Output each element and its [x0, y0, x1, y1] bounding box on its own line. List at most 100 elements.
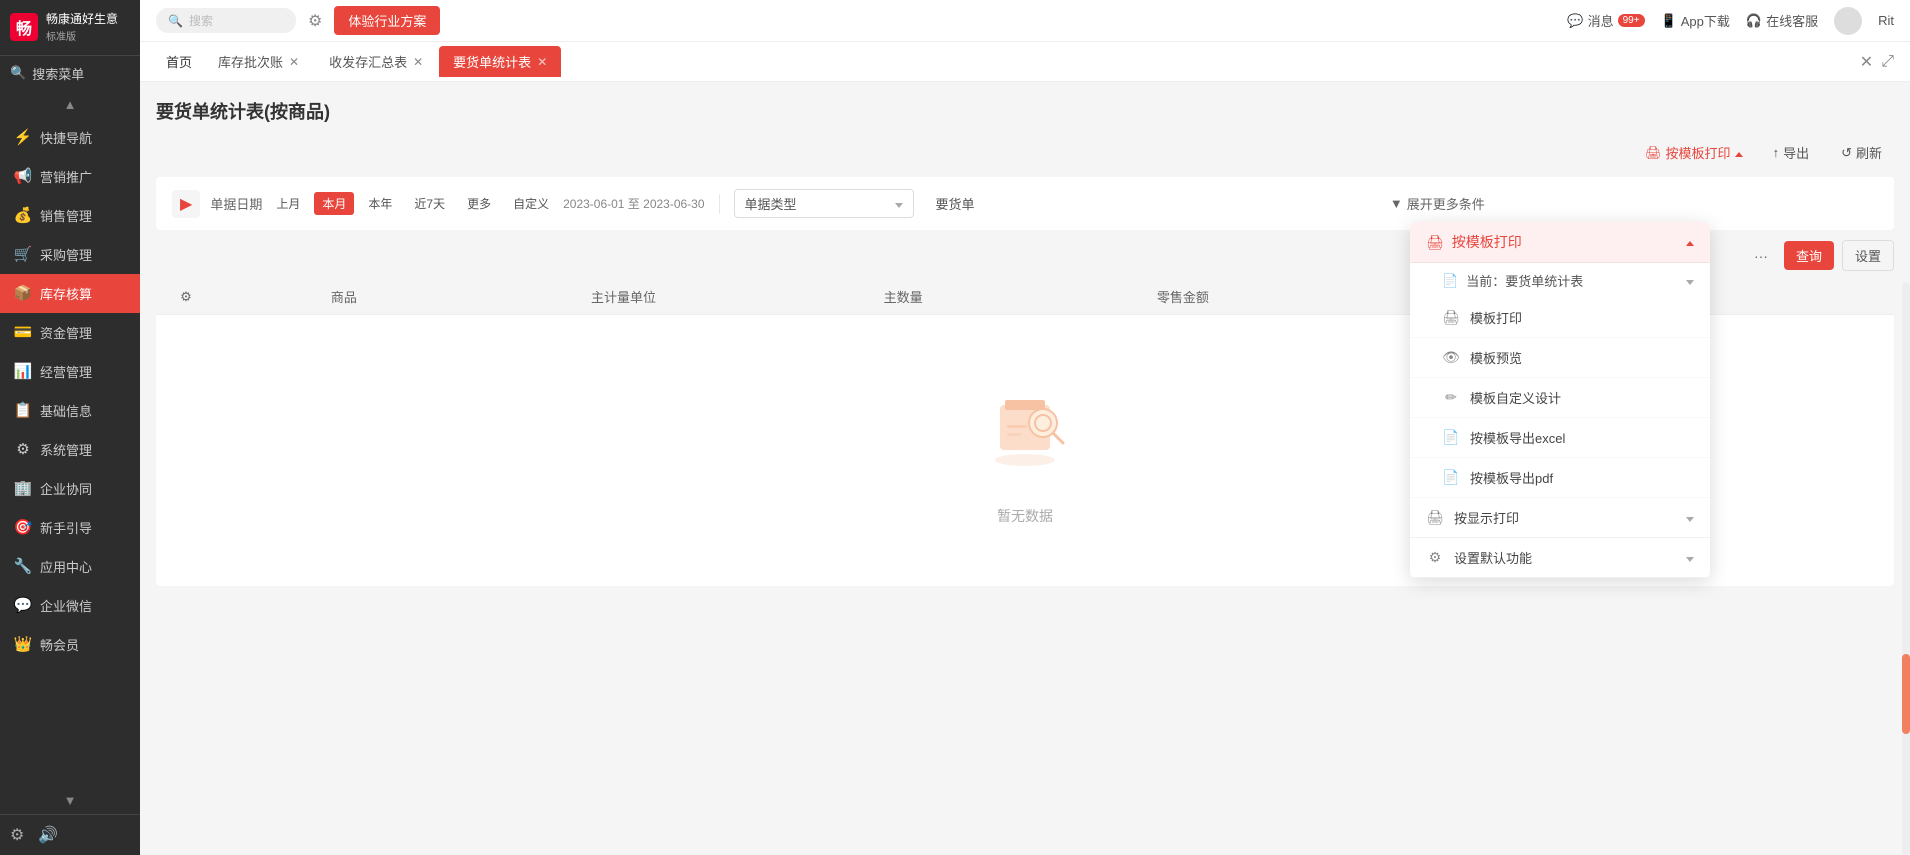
quick-nav-icon: ⚡ [14, 128, 32, 146]
sidebar-volume-icon[interactable]: 🔊 [38, 825, 58, 845]
sidebar-item-inventory[interactable]: 📦 库存核算 [0, 274, 140, 313]
date-btn-this-year[interactable]: 本年 [360, 192, 400, 215]
dropdown-item-template-custom[interactable]: ✏ 模板自定义设计 [1410, 378, 1710, 418]
table-col-retail-amount: 零售金额 [1043, 287, 1323, 306]
expand-filter-icon[interactable]: ▶ [172, 190, 200, 218]
page-title: 要货单统计表(按商品) [156, 98, 1894, 124]
online-service-button[interactable]: 🎧 在线客服 [1746, 11, 1818, 30]
tab-home[interactable]: 首页 [156, 46, 202, 77]
search-menu-label: 搜索菜单 [32, 64, 84, 83]
system-icon: ⚙ [14, 440, 32, 458]
marketing-icon: 📢 [14, 167, 32, 185]
date-range-display: 2023-06-01 至 2023-06-30 [563, 195, 704, 212]
export-button[interactable]: ↑ 导出 [1761, 138, 1822, 167]
export-excel-icon: 📄 [1442, 429, 1460, 446]
set-default-label: 设置默认功能 [1454, 548, 1532, 567]
sidebar-item-weixin[interactable]: 💬 企业微信 [0, 586, 140, 625]
tab-home-label: 首页 [166, 52, 192, 71]
quick-nav-label: 快捷导航 [40, 128, 92, 147]
empty-illustration [975, 375, 1075, 494]
dropdown-group-display-print[interactable]: 🖨 按显示打印 [1410, 498, 1710, 538]
tab-close-all-icon[interactable]: ✕ [1860, 52, 1873, 72]
dropdown-current-template[interactable]: 📄 当前：要货单统计表 [1410, 263, 1710, 298]
tab-inventory-batch-close[interactable]: ✕ [289, 55, 299, 69]
sidebar-item-basic-info[interactable]: 📋 基础信息 [0, 391, 140, 430]
sidebar-scroll-down[interactable]: ▼ [60, 789, 81, 812]
dropdown-header: 🖨 按模板打印 [1410, 222, 1710, 263]
sidebar-scroll-up[interactable]: ▲ [60, 93, 81, 116]
dropdown-title-text: 按模板打印 [1452, 232, 1522, 252]
filter-divider [719, 194, 720, 214]
app-download-icon: 📱 [1661, 13, 1677, 29]
expand-conditions-button[interactable]: ▼ 展开更多条件 [1380, 190, 1495, 217]
dropdown-item-export-excel[interactable]: 📄 按模板导出excel [1410, 418, 1710, 458]
dropdown-item-template-preview[interactable]: 👁 模板预览 [1410, 338, 1710, 378]
message-button[interactable]: 💬 消息 99+ [1567, 11, 1644, 30]
newbie-icon: 🎯 [14, 518, 32, 536]
date-filter-label: 单据日期 [210, 194, 262, 213]
date-btn-this-month[interactable]: 本月 [314, 192, 354, 215]
basic-info-label: 基础信息 [40, 401, 92, 420]
enterprise-label: 企业协同 [40, 479, 92, 498]
tab-order-stats[interactable]: 要货单统计表 ✕ [439, 46, 561, 77]
sidebar-item-enterprise[interactable]: 🏢 企业协同 [0, 469, 140, 508]
tab-receipts-summary[interactable]: 收发存汇总表 ✕ [315, 46, 437, 77]
app-download-label: App下载 [1681, 11, 1730, 30]
sidebar-item-system[interactable]: ⚙ 系统管理 [0, 430, 140, 469]
query-button[interactable]: 查询 [1784, 241, 1834, 270]
settings-button[interactable]: 设置 [1842, 240, 1894, 271]
current-template-icon: 📄 [1442, 273, 1458, 289]
display-print-arrow [1686, 511, 1694, 525]
sidebar-item-newbie[interactable]: 🎯 新手引导 [0, 508, 140, 547]
dropdown-group-set-default[interactable]: ⚙ 设置默认功能 [1410, 538, 1710, 578]
sidebar-item-finance[interactable]: 💳 资金管理 [0, 313, 140, 352]
sidebar-settings-icon[interactable]: ⚙ [10, 825, 24, 845]
app-download-button[interactable]: 📱 App下载 [1661, 11, 1730, 30]
dropdown-group-display-print-left: 🖨 按显示打印 [1426, 508, 1519, 527]
sidebar-item-quick-nav[interactable]: ⚡ 快捷导航 [0, 118, 140, 157]
header-settings-icon[interactable]: ⚙ [308, 11, 322, 31]
dropdown-collapse-arrow[interactable] [1686, 235, 1694, 249]
member-label: 畅会员 [40, 635, 79, 654]
expand-icon: ▼ [1390, 196, 1403, 211]
page-scrollbar-thumb [1902, 654, 1910, 734]
more-options-button[interactable]: ··· [1746, 243, 1776, 269]
tab-receipts-summary-close[interactable]: ✕ [413, 55, 423, 69]
sidebar-item-marketing[interactable]: 📢 营销推广 [0, 157, 140, 196]
sidebar-item-purchase[interactable]: 🛒 采购管理 [0, 235, 140, 274]
tab-inventory-batch[interactable]: 库存批次账 ✕ [204, 46, 313, 77]
sidebar-item-sales[interactable]: 💰 销售管理 [0, 196, 140, 235]
system-label: 系统管理 [40, 440, 92, 459]
template-print-label: 按模板打印 [1666, 143, 1731, 162]
tab-expand-icon[interactable]: ⤢ [1881, 53, 1894, 71]
order-type-label: 要货单 [936, 194, 975, 213]
header-search-box[interactable]: 🔍 搜索 [156, 8, 296, 33]
sales-label: 销售管理 [40, 206, 92, 225]
date-btn-custom[interactable]: 自定义 [505, 192, 557, 215]
page-scrollbar[interactable] [1902, 282, 1910, 855]
weixin-label: 企业微信 [40, 596, 92, 615]
refresh-icon: ↺ [1841, 145, 1852, 161]
top-header: 🔍 搜索 ⚙ 体验行业方案 💬 消息 99+ 📱 App下载 🎧 在线客服 Ri… [140, 0, 1910, 42]
date-btn-more[interactable]: 更多 [459, 192, 499, 215]
user-avatar[interactable] [1834, 7, 1862, 35]
dropdown-item-export-pdf[interactable]: 📄 按模板导出pdf [1410, 458, 1710, 498]
sidebar-item-operations[interactable]: 📊 经营管理 [0, 352, 140, 391]
dropdown-item-template-print[interactable]: 🖨 模板打印 [1410, 298, 1710, 338]
table-col-settings[interactable]: ⚙ [168, 289, 204, 305]
search-menu-item[interactable]: 🔍 搜索菜单 [0, 56, 140, 91]
date-btn-7days[interactable]: 近7天 [406, 192, 453, 215]
sidebar-item-app-center[interactable]: 🔧 应用中心 [0, 547, 140, 586]
basic-info-icon: 📋 [14, 401, 32, 419]
template-print-button[interactable]: 🖨 按模板打印 [1635, 138, 1753, 167]
sidebar: 畅 畅康通好生意 标准版 🔍 搜索菜单 ▲ ⚡ 快捷导航 📢 营销推广 💰 销售… [0, 0, 140, 855]
date-btn-last-month[interactable]: 上月 [268, 192, 308, 215]
tab-order-stats-close[interactable]: ✕ [537, 55, 547, 69]
sidebar-item-member[interactable]: 👑 畅会员 [0, 625, 140, 664]
refresh-button[interactable]: ↺ 刷新 [1829, 138, 1894, 167]
export-icon: ↑ [1773, 145, 1780, 160]
trial-button[interactable]: 体验行业方案 [334, 6, 440, 35]
bill-type-select[interactable]: 单据类型 [734, 189, 914, 218]
enterprise-icon: 🏢 [14, 479, 32, 497]
sidebar-bottom: ⚙ 🔊 [0, 814, 140, 855]
